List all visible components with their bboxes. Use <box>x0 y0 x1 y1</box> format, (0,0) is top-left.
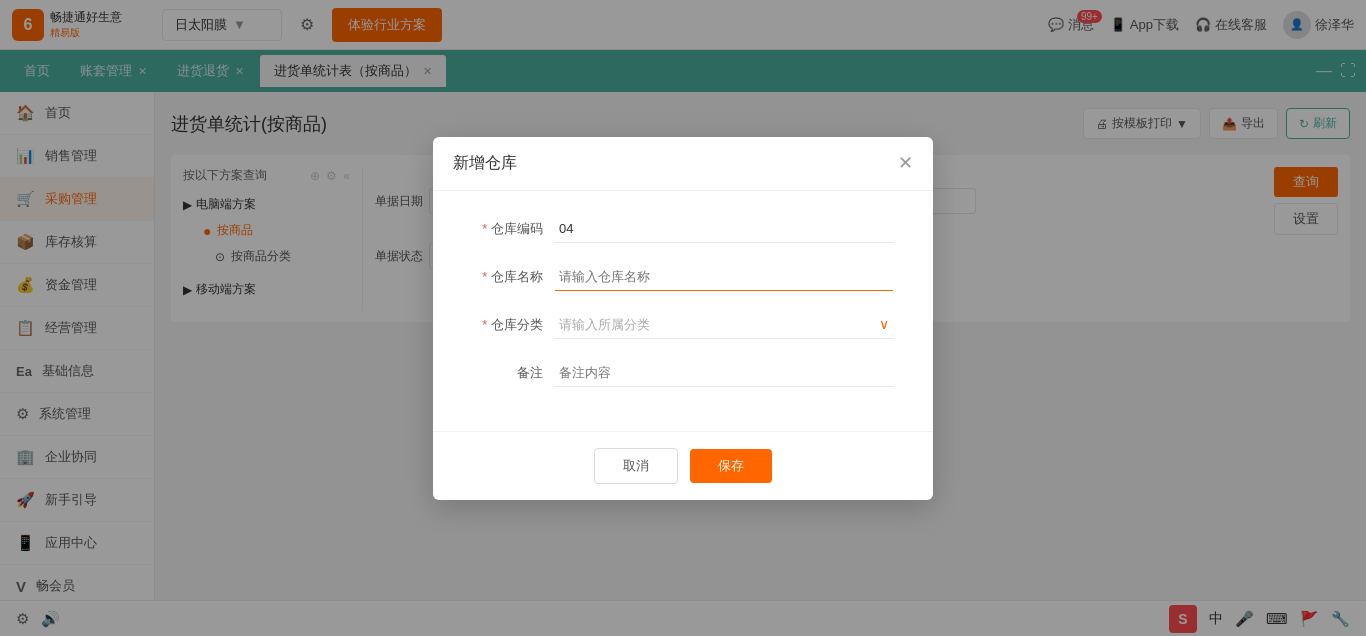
remark-input[interactable] <box>555 359 893 387</box>
form-row-code: 仓库编码 <box>473 215 893 243</box>
name-label: 仓库名称 <box>473 268 543 286</box>
modal-title: 新增仓库 <box>453 153 517 174</box>
modal-body: 仓库编码 仓库名称 仓库分类 请输入所属分类 ∨ 备注 <box>433 191 933 431</box>
cancel-btn[interactable]: 取消 <box>594 448 678 484</box>
code-label: 仓库编码 <box>473 220 543 238</box>
remark-label: 备注 <box>473 364 543 382</box>
modal-footer: 取消 保存 <box>433 431 933 500</box>
form-row-category: 仓库分类 请输入所属分类 ∨ <box>473 311 893 339</box>
modal-close-btn[interactable]: ✕ <box>898 154 913 172</box>
modal-overlay[interactable]: 新增仓库 ✕ 仓库编码 仓库名称 仓库分类 请输入所属分类 <box>0 0 1366 636</box>
name-input[interactable] <box>555 263 893 291</box>
modal-header: 新增仓库 ✕ <box>433 137 933 191</box>
category-label: 仓库分类 <box>473 316 543 334</box>
code-input[interactable] <box>555 215 893 243</box>
save-btn[interactable]: 保存 <box>690 449 772 483</box>
form-row-remark: 备注 <box>473 359 893 387</box>
category-select-wrapper: 请输入所属分类 ∨ <box>555 311 893 339</box>
category-select[interactable]: 请输入所属分类 <box>555 311 893 338</box>
new-warehouse-modal: 新增仓库 ✕ 仓库编码 仓库名称 仓库分类 请输入所属分类 <box>433 137 933 500</box>
form-row-name: 仓库名称 <box>473 263 893 291</box>
